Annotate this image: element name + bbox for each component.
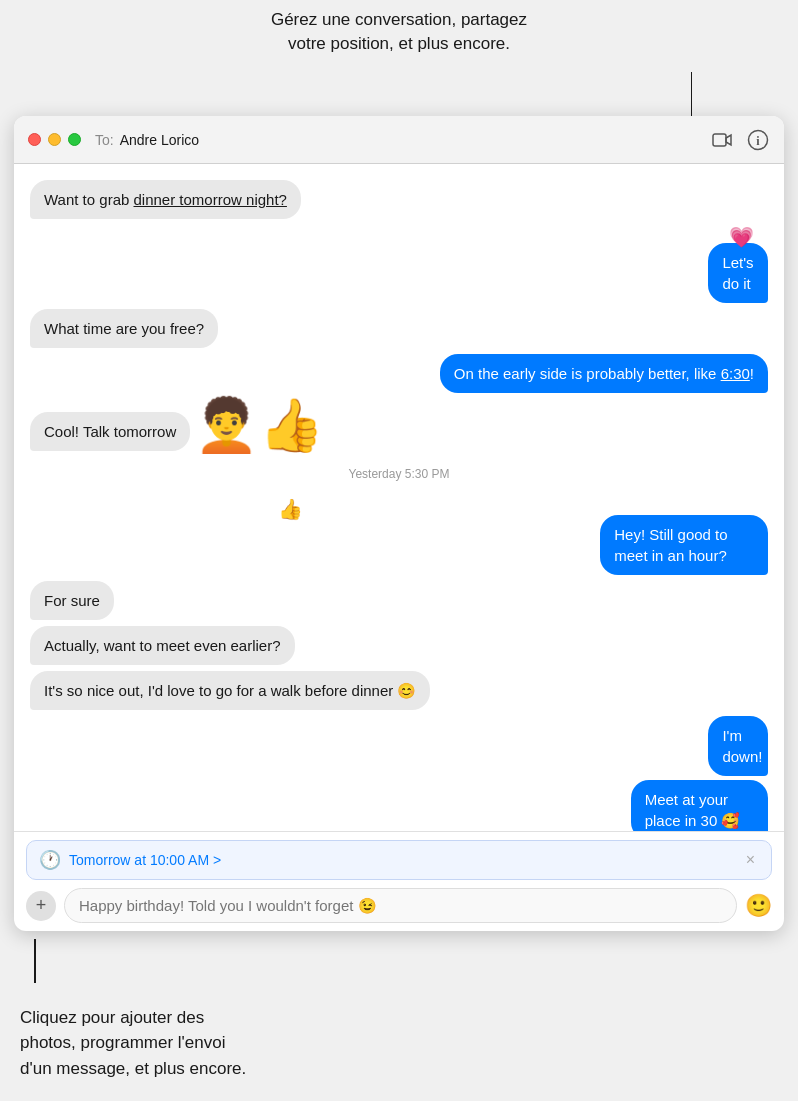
message-row: It's so nice out, I'd love to go for a w… [30, 671, 768, 710]
to-label: To: [95, 132, 114, 148]
message-input[interactable] [64, 888, 737, 923]
outgoing-stacked: I'm down! Meet at your place in 30 🥰 [30, 716, 768, 831]
annotation-line-top [691, 72, 693, 116]
message-bubble: Cool! Talk tomorrow [30, 412, 190, 451]
message-row: For sure [30, 581, 768, 620]
svg-rect-0 [713, 134, 726, 146]
titlebar: To: Andre Lorico i [14, 116, 784, 164]
message-bubble: What time are you free? [30, 309, 218, 348]
messages-area[interactable]: Want to grab dinner tomorrow night? 💗 Le… [14, 164, 784, 831]
message-bubble: For sure [30, 581, 114, 620]
input-row: + 🙂 [26, 888, 772, 923]
reminder-text[interactable]: Tomorrow at 10:00 AM > [69, 852, 742, 868]
message-bubble: On the early side is probably better, li… [440, 354, 768, 393]
message-row: Hey! Still good to meet in an hour? [510, 515, 768, 575]
reminder-icon: 🕐 [39, 849, 61, 871]
close-button[interactable] [28, 133, 41, 146]
titlebar-icons: i [710, 128, 770, 152]
contact-name: Andre Lorico [120, 132, 199, 148]
message-bubble: Hey! Still good to meet in an hour? [600, 515, 768, 575]
info-button[interactable]: i [746, 128, 770, 152]
message-group-outgoing: 💗 Let's do it [30, 225, 768, 303]
annotation-bottom: Cliquez pour ajouter des photos, program… [20, 1005, 246, 1082]
message-row: On the early side is probably better, li… [30, 354, 768, 393]
reaction-heart-row: 💗 [729, 225, 768, 249]
reminder-bar: 🕐 Tomorrow at 10:00 AM > × [26, 840, 772, 880]
minimize-button[interactable] [48, 133, 61, 146]
message-row: Actually, want to meet even earlier? [30, 626, 768, 665]
timestamp-label: Yesterday 5:30 PM [349, 467, 450, 481]
message-bubble: It's so nice out, I'd love to go for a w… [30, 671, 430, 710]
input-area: 🕐 Tomorrow at 10:00 AM > × + 🙂 [14, 831, 784, 931]
message-group-outgoing2: 👍 Hey! Still good to meet in an hour? [30, 497, 768, 575]
message-bubble: I'm down! [708, 716, 768, 776]
video-call-button[interactable] [710, 128, 734, 152]
message-row: I'm down! [676, 716, 768, 776]
annotation-line-bottom [34, 939, 36, 983]
svg-text:i: i [756, 133, 760, 147]
message-row: What time are you free? [30, 309, 768, 348]
emoji-button[interactable]: 🙂 [745, 893, 772, 919]
timestamp-row: Yesterday 5:30 PM [30, 467, 768, 481]
memoji-sticker: 🧑‍🦱👍 [194, 399, 324, 451]
message-row: Let's do it [676, 243, 768, 303]
traffic-lights [28, 133, 81, 146]
thumbs-reaction: 👍 [278, 497, 303, 521]
message-bubble: Actually, want to meet even earlier? [30, 626, 295, 665]
maximize-button[interactable] [68, 133, 81, 146]
message-row: Want to grab dinner tomorrow night? [30, 180, 768, 219]
messages-window: To: Andre Lorico i Want to grab dinner t… [14, 116, 784, 931]
message-bubble: Meet at your place in 30 🥰 [631, 780, 768, 831]
time-link[interactable]: 6:30 [721, 365, 750, 382]
add-button[interactable]: + [26, 891, 56, 921]
message-bubble: Want to grab dinner tomorrow night? [30, 180, 301, 219]
reminder-close-button[interactable]: × [742, 849, 759, 871]
annotation-top: Gérez une conversation, partagez votre p… [0, 8, 798, 56]
heart-reaction: 💗 [729, 225, 754, 249]
message-bubble: Let's do it [708, 243, 768, 303]
message-row: Meet at your place in 30 🥰 [557, 780, 768, 831]
link-text[interactable]: dinner tomorrow night? [134, 191, 287, 208]
message-row-memoji: Cool! Talk tomorrow 🧑‍🦱👍 [30, 399, 768, 451]
